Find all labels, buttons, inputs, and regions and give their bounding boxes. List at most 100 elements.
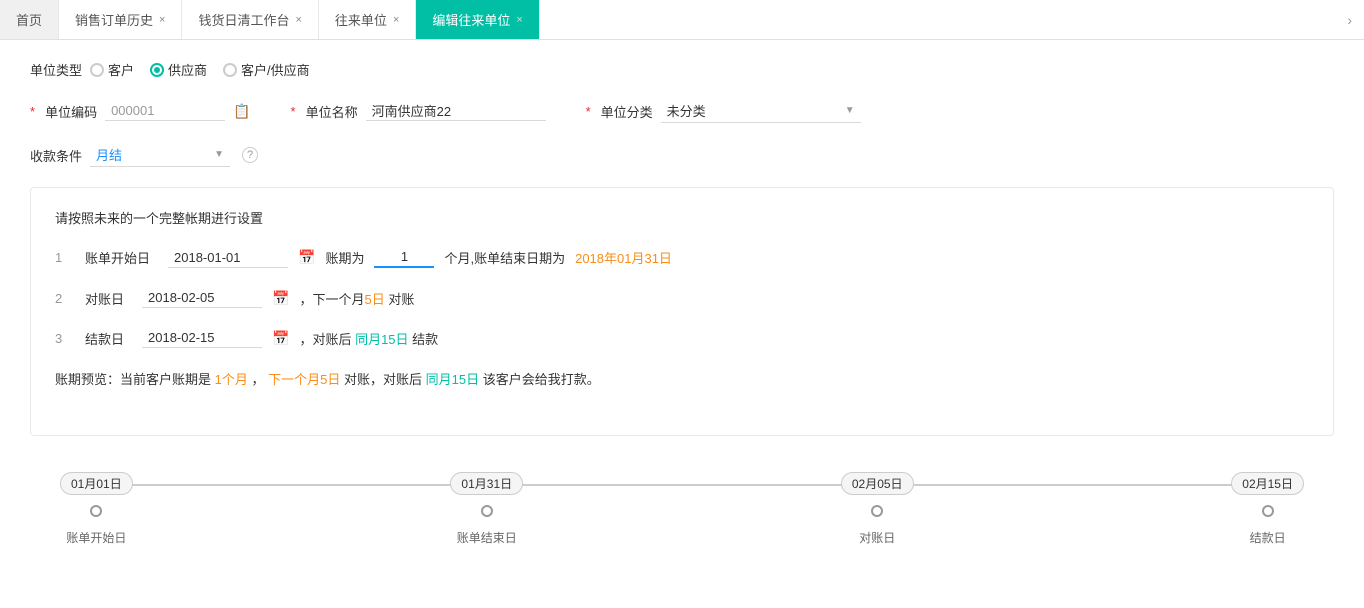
unit-code-star: * [30, 104, 35, 119]
node-0-label: 账单开始日 [66, 529, 126, 546]
radio-customer-circle [90, 63, 104, 77]
unit-info-row: * 单位编码 📋 * 单位名称 * 单位分类 未分类 ▼ [30, 99, 1334, 123]
tab-sales-history[interactable]: 销售订单历史 × [59, 0, 182, 39]
unit-category-value: 未分类 [667, 101, 839, 120]
payment-condition-arrow-icon: ▼ [214, 149, 224, 160]
payment-date-calendar-icon[interactable]: 📅 [272, 330, 289, 347]
radio-customer-supplier[interactable]: 客户/供应商 [223, 60, 310, 79]
payment-condition-field: 收款条件 月结 ▼ ? [30, 143, 258, 167]
settings-box: 请按照未来的一个完整帐期进行设置 1 账单开始日 📅 账期为 个月,账单结束日期… [30, 187, 1334, 436]
tab-partner-unit-close[interactable]: × [393, 14, 399, 26]
tab-edit-partner[interactable]: 编辑往来单位 × [416, 0, 539, 39]
row-2-desc: ，下一个月5日 对账 [299, 289, 414, 308]
payment-condition-value: 月结 [96, 145, 208, 164]
row-3-label: 结款日 [85, 329, 124, 348]
timeline: 01月01日 账单开始日 01月31日 账单结束日 02月05日 对账日 02月… [30, 452, 1334, 576]
settings-title: 请按照未来的一个完整帐期进行设置 [55, 208, 1309, 227]
settings-row-3: 3 结款日 📅 ，对账后 同月15日 结款 [55, 328, 1309, 348]
period-input[interactable] [374, 247, 434, 268]
node-3-circle [1262, 505, 1274, 517]
node-2-date: 02月05日 [841, 472, 914, 495]
tab-edit-partner-label: 编辑往来单位 [432, 10, 510, 29]
unit-code-field: * 单位编码 📋 [30, 101, 251, 121]
row-1-date-highlight: 2018年01月31日 [575, 248, 672, 267]
unit-name-input[interactable] [366, 101, 546, 121]
unit-code-copy-icon[interactable]: 📋 [233, 103, 250, 120]
node-3-label: 结款日 [1250, 529, 1286, 546]
tab-cash-workbench[interactable]: 钱货日清工作台 × [182, 0, 318, 39]
node-0-date: 01月01日 [60, 472, 133, 495]
row-2-highlight: 5日 [364, 292, 384, 307]
unit-name-label: 单位名称 [306, 102, 358, 121]
radio-customer-supplier-circle [223, 63, 237, 77]
timeline-node-3: 02月15日 结款日 [1231, 472, 1304, 546]
timeline-nodes: 01月01日 账单开始日 01月31日 账单结束日 02月05日 对账日 02月… [60, 472, 1304, 546]
unit-type-row: 单位类型 客户 供应商 客户/供应商 [30, 60, 1334, 79]
preview-prefix: 账期预览：当前客户账期是 [55, 372, 211, 387]
tab-sales-history-close[interactable]: × [159, 14, 165, 26]
preview-part2: 下一个月5日 [268, 372, 340, 387]
node-0-circle [90, 505, 102, 517]
tab-home-label: 首页 [16, 10, 42, 29]
row-3-highlight: 同月15日 [355, 332, 408, 347]
node-2-circle [871, 505, 883, 517]
preview-part3-suffix: 该客户会给我打款。 [483, 372, 600, 387]
tab-cash-workbench-close[interactable]: × [295, 14, 301, 26]
row-1-label: 账单开始日 [85, 248, 150, 267]
radio-customer-label: 客户 [108, 60, 134, 79]
payment-condition-row: 收款条件 月结 ▼ ? [30, 143, 1334, 167]
preview-part1: 1个月 [215, 372, 248, 387]
radio-supplier-circle [150, 63, 164, 77]
unit-code-input[interactable] [105, 101, 225, 121]
tab-cash-workbench-label: 钱货日清工作台 [198, 10, 289, 29]
settings-row-1: 1 账单开始日 📅 账期为 个月,账单结束日期为 2018年01月31日 [55, 247, 1309, 268]
node-1-label: 账单结束日 [457, 529, 517, 546]
timeline-node-2: 02月05日 对账日 [841, 472, 914, 546]
settings-row-2: 2 对账日 📅 ，下一个月5日 对账 [55, 288, 1309, 308]
start-date-input[interactable] [168, 248, 288, 268]
preview-part1-sep: ， [252, 372, 265, 387]
payment-date-input[interactable] [142, 328, 262, 348]
unit-name-star: * [291, 104, 296, 119]
radio-customer[interactable]: 客户 [90, 60, 134, 79]
row-3-desc: ，对账后 同月15日 结款 [299, 329, 438, 348]
payment-condition-select[interactable]: 月结 ▼ [90, 143, 230, 167]
tab-home[interactable]: 首页 [0, 0, 59, 39]
reconcile-date-input[interactable] [142, 288, 262, 308]
preview-part2-suffix: 对账，对账后 [344, 372, 422, 387]
reconcile-date-calendar-icon[interactable]: 📅 [272, 290, 289, 307]
unit-code-label: 单位编码 [45, 102, 97, 121]
row-2-num: 2 [55, 291, 75, 306]
unit-category-field: * 单位分类 未分类 ▼ [586, 99, 861, 123]
start-date-calendar-icon[interactable]: 📅 [298, 249, 315, 266]
tab-partner-unit-label: 往来单位 [335, 10, 387, 29]
payment-condition-label: 收款条件 [30, 146, 82, 165]
preview-text: 账期预览：当前客户账期是 1个月 ， 下一个月5日 对账，对账后 同月15日 该… [55, 368, 1309, 391]
row-2-label: 对账日 [85, 289, 124, 308]
tab-edit-partner-close[interactable]: × [516, 14, 522, 26]
row-3-num: 3 [55, 331, 75, 346]
preview-part3: 同月15日 [426, 372, 479, 387]
timeline-node-0: 01月01日 账单开始日 [60, 472, 133, 546]
row-1-desc-prefix: 账期为 [325, 248, 364, 267]
unit-category-arrow-icon: ▼ [845, 105, 855, 116]
tabs-bar: 首页 销售订单历史 × 钱货日清工作台 × 往来单位 × 编辑往来单位 × › [0, 0, 1364, 40]
tabs-scroll-right[interactable]: › [1335, 12, 1364, 28]
node-2-label: 对账日 [859, 529, 895, 546]
radio-customer-supplier-label: 客户/供应商 [241, 60, 310, 79]
radio-supplier[interactable]: 供应商 [150, 60, 207, 79]
unit-category-star: * [586, 104, 591, 119]
payment-help-icon[interactable]: ? [242, 147, 258, 163]
main-content: 单位类型 客户 供应商 客户/供应商 * 单位编码 [0, 40, 1364, 608]
radio-supplier-label: 供应商 [168, 60, 207, 79]
node-1-circle [481, 505, 493, 517]
unit-category-label: 单位分类 [601, 102, 653, 121]
row-1-num: 1 [55, 250, 75, 265]
unit-type-label: 单位类型 [30, 60, 82, 79]
unit-type-radio-group: 客户 供应商 客户/供应商 [90, 60, 310, 79]
tab-partner-unit[interactable]: 往来单位 × [319, 0, 416, 39]
unit-category-select[interactable]: 未分类 ▼ [661, 99, 861, 123]
tab-sales-history-label: 销售订单历史 [75, 10, 153, 29]
node-3-date: 02月15日 [1231, 472, 1304, 495]
row-1-desc-suffix: 个月,账单结束日期为 [444, 248, 565, 267]
